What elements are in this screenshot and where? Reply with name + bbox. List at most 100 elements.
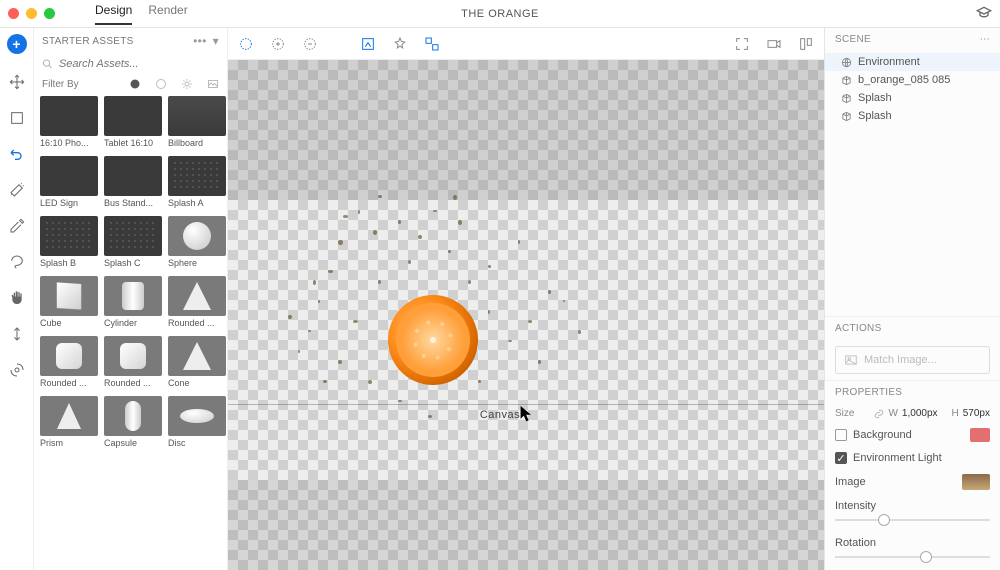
snap-ground-icon[interactable] — [360, 36, 376, 52]
render-settings-icon[interactable] — [798, 36, 814, 52]
asset-label: Bus Stand... — [104, 196, 162, 212]
maximize-window-button[interactable] — [44, 8, 55, 19]
globe-icon — [841, 57, 852, 68]
asset-item[interactable]: Prism — [40, 396, 98, 452]
minimize-window-button[interactable] — [26, 8, 37, 19]
asset-label: Rounded ... — [168, 316, 226, 332]
cube-icon — [841, 75, 852, 86]
link-icon[interactable] — [874, 409, 884, 419]
height-value[interactable]: 570px — [963, 408, 990, 419]
background-checkbox[interactable] — [835, 429, 847, 441]
asset-item[interactable]: Cube — [40, 276, 98, 332]
fullscreen-icon[interactable] — [734, 36, 750, 52]
asset-label: Rounded ... — [104, 376, 162, 392]
autosnap-icon[interactable] — [424, 36, 440, 52]
properties-header: PROPERTIES — [835, 387, 902, 398]
scene-item-splash[interactable]: Splash — [825, 107, 1000, 125]
search-input[interactable] — [59, 58, 219, 70]
scene-item-orange[interactable]: b_orange_085 085 — [825, 71, 1000, 89]
canvas-toolbar — [228, 28, 824, 60]
scene-header: SCENE — [835, 34, 871, 45]
hand-tool-icon[interactable] — [9, 290, 25, 306]
viewport[interactable] — [228, 60, 824, 570]
asset-item[interactable]: Cylinder — [104, 276, 162, 332]
scene-item-label: Environment — [858, 56, 920, 68]
asset-label: Rounded ... — [40, 376, 98, 392]
frame-tool-icon[interactable] — [9, 110, 25, 126]
height-prefix: H — [952, 408, 959, 419]
dolly-tool-icon[interactable] — [9, 326, 25, 342]
asset-item[interactable]: Rounded ... — [168, 276, 226, 332]
asset-label: Splash C — [104, 256, 162, 272]
assets-chevron-icon[interactable]: ▾ — [213, 34, 219, 48]
filter-materials-icon[interactable] — [155, 78, 167, 90]
asset-label: Cube — [40, 316, 98, 332]
filter-label: Filter By — [42, 79, 79, 90]
asset-item[interactable]: Disc — [168, 396, 226, 452]
env-light-checkbox[interactable]: ✓ — [835, 452, 847, 464]
subtract-selection-icon[interactable] — [302, 36, 318, 52]
filter-lights-icon[interactable] — [181, 78, 193, 90]
asset-item[interactable]: Splash B — [40, 216, 98, 272]
size-label: Size — [835, 408, 870, 419]
orbit-tool-icon[interactable] — [9, 362, 25, 378]
learn-icon[interactable] — [976, 4, 992, 23]
add-button[interactable]: + — [7, 34, 27, 54]
filter-images-icon[interactable] — [207, 78, 219, 90]
snap-icon[interactable] — [392, 36, 408, 52]
asset-item[interactable]: Capsule — [104, 396, 162, 452]
filter-models-icon[interactable] — [129, 78, 141, 90]
magic-wand-icon[interactable] — [9, 182, 25, 198]
canvas-area — [228, 28, 824, 570]
asset-label: Disc — [168, 436, 226, 452]
asset-label: Capsule — [104, 436, 162, 452]
orange-object — [378, 285, 488, 375]
eyedropper-icon[interactable] — [9, 218, 25, 234]
env-image-thumb[interactable] — [962, 474, 990, 490]
assets-more-icon[interactable]: ••• — [193, 34, 207, 48]
asset-item[interactable]: Billboard — [168, 96, 226, 152]
asset-label: LED Sign — [40, 196, 98, 212]
asset-label: Splash B — [40, 256, 98, 272]
asset-grid: 16:10 Pho... Tablet 16:10 Billboard LED … — [34, 96, 227, 570]
intensity-slider[interactable] — [835, 512, 990, 528]
match-image-icon — [844, 353, 858, 367]
asset-label: Prism — [40, 436, 98, 452]
right-panel: SCENE⋯ Environment b_orange_085 085 Spla… — [824, 28, 1000, 570]
asset-item[interactable]: Splash A — [168, 156, 226, 212]
move-tool-icon[interactable] — [9, 74, 25, 90]
scene-list: Environment b_orange_085 085 Splash Spla… — [825, 51, 1000, 127]
background-color-swatch[interactable] — [970, 428, 990, 442]
lasso-icon[interactable] — [9, 254, 25, 270]
rotation-slider[interactable] — [835, 549, 990, 565]
cube-icon — [841, 111, 852, 122]
asset-item[interactable]: Tablet 16:10 — [104, 96, 162, 152]
asset-label: Cone — [168, 376, 226, 392]
document-title: THE ORANGE — [461, 8, 539, 20]
tab-render[interactable]: Render — [148, 3, 187, 25]
asset-item[interactable]: Rounded ... — [40, 336, 98, 392]
scene-item-label: Splash — [858, 92, 892, 104]
select-tool-icon[interactable] — [238, 36, 254, 52]
asset-label: Billboard — [168, 136, 226, 152]
asset-item[interactable]: 16:10 Pho... — [40, 96, 98, 152]
asset-item[interactable]: LED Sign — [40, 156, 98, 212]
width-value[interactable]: 1,000px — [902, 408, 938, 419]
asset-item[interactable]: Splash C — [104, 216, 162, 272]
asset-item[interactable]: Rounded ... — [104, 336, 162, 392]
cube-icon — [841, 93, 852, 104]
asset-item[interactable]: Bus Stand... — [104, 156, 162, 212]
add-selection-icon[interactable] — [270, 36, 286, 52]
close-window-button[interactable] — [8, 8, 19, 19]
scene-item-environment[interactable]: Environment — [825, 53, 1000, 71]
asset-label: Tablet 16:10 — [104, 136, 162, 152]
asset-item[interactable]: Sphere — [168, 216, 226, 272]
asset-item[interactable]: Cone — [168, 336, 226, 392]
undo-icon[interactable] — [9, 146, 25, 162]
match-image-button[interactable]: Match Image... — [835, 346, 990, 374]
search-row — [34, 54, 227, 74]
scene-item-splash[interactable]: Splash — [825, 89, 1000, 107]
asset-label: Splash A — [168, 196, 226, 212]
camera-icon[interactable] — [766, 36, 782, 52]
tab-design[interactable]: Design — [95, 3, 132, 25]
